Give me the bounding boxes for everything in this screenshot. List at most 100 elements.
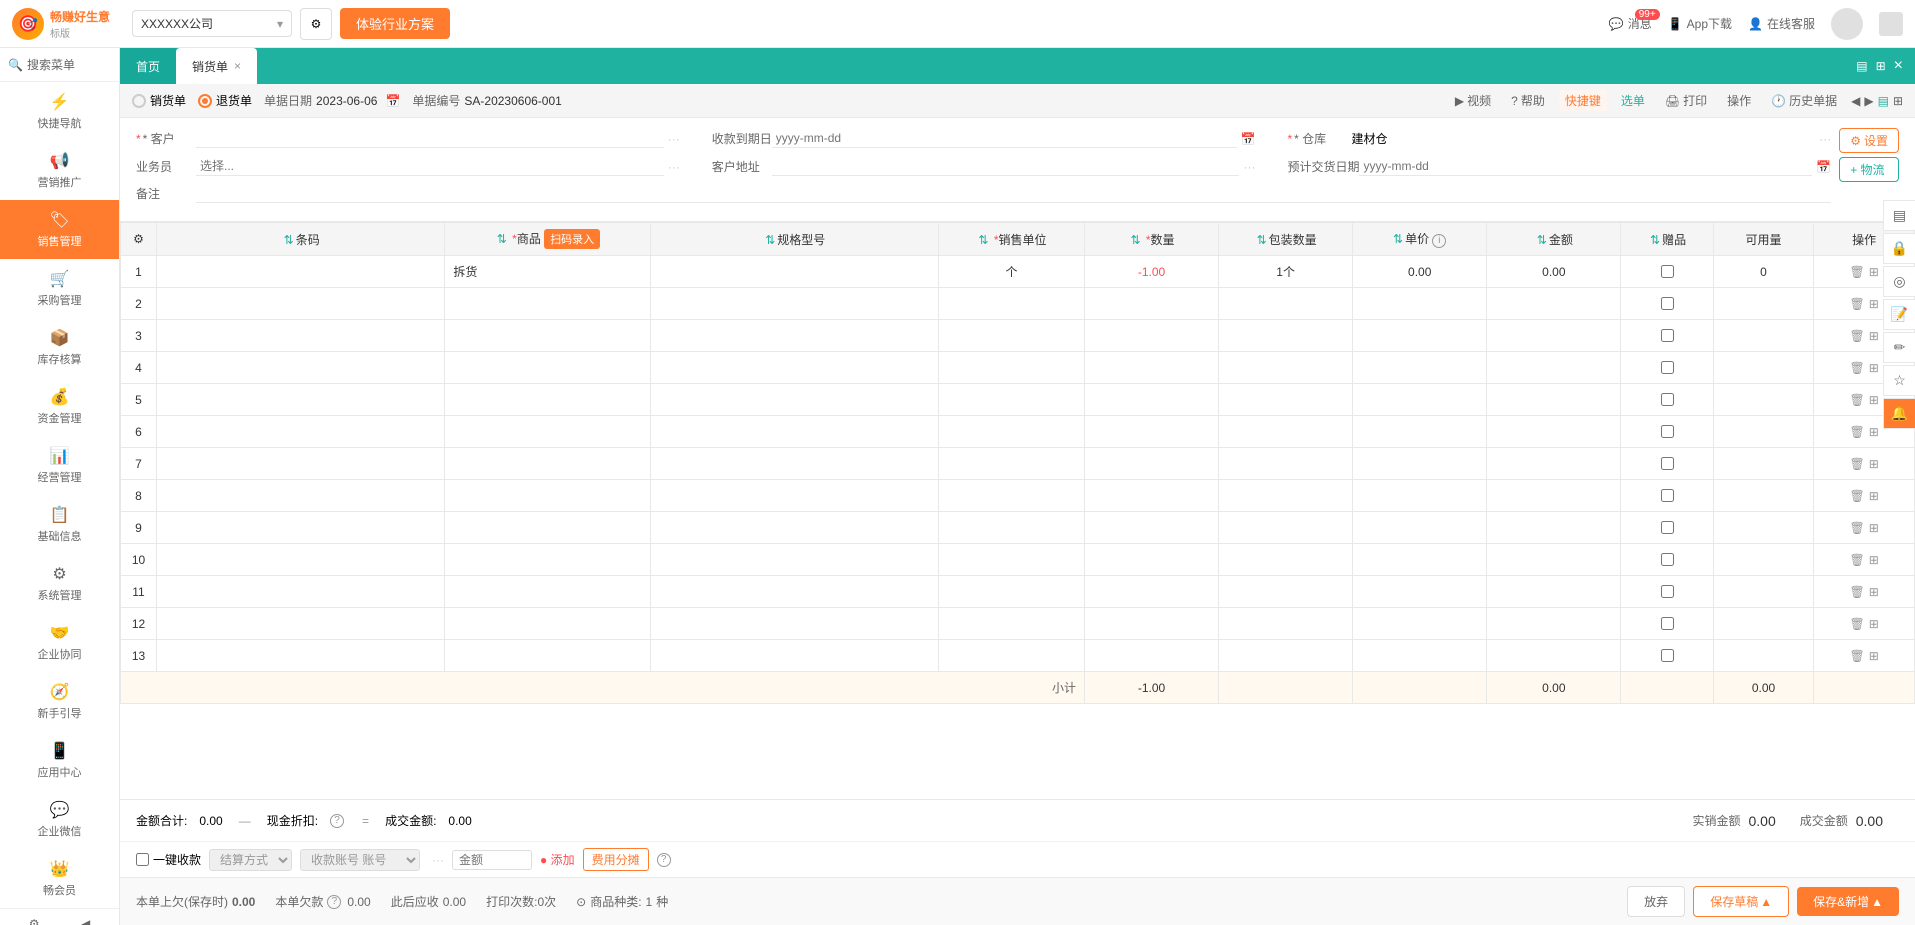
- delete-icon-12[interactable]: 🗑: [1850, 617, 1865, 631]
- row-unit-4[interactable]: [938, 352, 1084, 384]
- row-unit-price-9[interactable]: [1353, 512, 1487, 544]
- row-spec-7[interactable]: [650, 448, 938, 480]
- row-barcode-2[interactable]: [157, 288, 445, 320]
- radio-return-order[interactable]: 退货单: [198, 92, 252, 109]
- tab-close-icon[interactable]: ×: [234, 59, 241, 73]
- address-dots-icon[interactable]: ···: [1243, 160, 1255, 174]
- row-spec-2[interactable]: [650, 288, 938, 320]
- payment-method-select[interactable]: 结算方式: [209, 849, 292, 871]
- sidebar-item-system[interactable]: ⚙ 系统管理: [0, 554, 119, 613]
- expected-date-input[interactable]: [1359, 157, 1812, 176]
- row-product-12[interactable]: [445, 608, 650, 640]
- row-gift-4[interactable]: [1621, 352, 1713, 384]
- row-product-1[interactable]: 拆货: [445, 256, 650, 288]
- app-download-button[interactable]: 📱 App下载: [1668, 15, 1732, 32]
- row-pack-qty-4[interactable]: [1219, 352, 1353, 384]
- row-amount-5[interactable]: [1487, 384, 1621, 416]
- row-barcode-9[interactable]: [157, 512, 445, 544]
- row-amount-1[interactable]: 0.00: [1487, 256, 1621, 288]
- row-unit-7[interactable]: [938, 448, 1084, 480]
- copy-icon-1[interactable]: ⊞: [1869, 265, 1879, 279]
- row-spec-1[interactable]: [650, 256, 938, 288]
- row-gift-6[interactable]: [1621, 416, 1713, 448]
- note-input[interactable]: [196, 184, 1831, 203]
- history-button[interactable]: 🕐 历史单据: [1765, 90, 1843, 111]
- float-btn-2[interactable]: 🔒: [1883, 233, 1915, 264]
- row-unit-13[interactable]: [938, 640, 1084, 672]
- row-barcode-6[interactable]: [157, 416, 445, 448]
- row-gift-1[interactable]: [1621, 256, 1713, 288]
- sort-barcode[interactable]: ⇅: [284, 233, 294, 247]
- row-amount-10[interactable]: [1487, 544, 1621, 576]
- copy-icon-5[interactable]: ⊞: [1869, 393, 1879, 407]
- row-unit-6[interactable]: [938, 416, 1084, 448]
- row-unit-12[interactable]: [938, 608, 1084, 640]
- row-qty-8[interactable]: [1084, 480, 1218, 512]
- row-pack-qty-7[interactable]: [1219, 448, 1353, 480]
- row-product-11[interactable]: [445, 576, 650, 608]
- row-unit-8[interactable]: [938, 480, 1084, 512]
- row-product-9[interactable]: [445, 512, 650, 544]
- sort-spec[interactable]: ⇅: [765, 233, 775, 247]
- float-btn-1[interactable]: ▤: [1883, 200, 1915, 231]
- sidebar-item-operations[interactable]: 📊 经营管理: [0, 436, 119, 495]
- user-menu-icon[interactable]: [1879, 12, 1903, 36]
- delete-icon-4[interactable]: 🗑: [1850, 361, 1865, 375]
- customer-address-input[interactable]: [772, 157, 1240, 176]
- one-click-pay-checkbox[interactable]: [136, 853, 149, 866]
- operate-button[interactable]: 操作: [1721, 90, 1757, 111]
- video-button[interactable]: ▶ 视频: [1449, 90, 1497, 111]
- row-unit-2[interactable]: [938, 288, 1084, 320]
- row-gift-11[interactable]: [1621, 576, 1713, 608]
- row-amount-13[interactable]: [1487, 640, 1621, 672]
- sidebar-item-inventory[interactable]: 📦 库存核算: [0, 318, 119, 377]
- salesperson-dots-icon[interactable]: ···: [668, 160, 680, 174]
- row-pack-qty-1[interactable]: 1个: [1219, 256, 1353, 288]
- sort-unit[interactable]: ⇅: [978, 233, 988, 247]
- row-gift-2[interactable]: [1621, 288, 1713, 320]
- copy-icon-6[interactable]: ⊞: [1869, 425, 1879, 439]
- discard-button[interactable]: 放弃: [1627, 886, 1685, 917]
- setting-button[interactable]: ⚙ 设置: [1839, 128, 1899, 153]
- float-btn-6[interactable]: ☆: [1883, 365, 1915, 396]
- sidebar-item-sales[interactable]: 🏷 销售管理: [0, 200, 119, 259]
- row-product-5[interactable]: [445, 384, 650, 416]
- row-spec-3[interactable]: [650, 320, 938, 352]
- sidebar-item-member[interactable]: 👑 畅会员: [0, 849, 119, 908]
- row-barcode-11[interactable]: [157, 576, 445, 608]
- settings-icon[interactable]: ⚙: [300, 8, 332, 40]
- row-amount-12[interactable]: [1487, 608, 1621, 640]
- row-spec-11[interactable]: [650, 576, 938, 608]
- row-product-7[interactable]: [445, 448, 650, 480]
- next-icon[interactable]: ▶: [1864, 94, 1873, 108]
- copy-icon-4[interactable]: ⊞: [1869, 361, 1879, 375]
- trial-button[interactable]: 体验行业方案: [340, 8, 450, 39]
- row-barcode-13[interactable]: [157, 640, 445, 672]
- search-menu-button[interactable]: 🔍 搜索菜单: [0, 48, 119, 82]
- row-qty-11[interactable]: [1084, 576, 1218, 608]
- row-pack-qty-2[interactable]: [1219, 288, 1353, 320]
- row-qty-5[interactable]: [1084, 384, 1218, 416]
- row-qty-9[interactable]: [1084, 512, 1218, 544]
- row-pack-qty-9[interactable]: [1219, 512, 1353, 544]
- save-new-button[interactable]: 保存&新增 ▲: [1797, 887, 1899, 916]
- add-link[interactable]: ● 添加: [540, 851, 575, 868]
- float-btn-7[interactable]: 🔔: [1883, 398, 1915, 429]
- row-unit-price-1[interactable]: 0.00: [1353, 256, 1487, 288]
- account-dots-icon[interactable]: ···: [432, 853, 444, 867]
- online-support-button[interactable]: 👤 在线客服: [1748, 15, 1815, 32]
- avatar[interactable]: [1831, 8, 1863, 40]
- copy-icon-8[interactable]: ⊞: [1869, 489, 1879, 503]
- expense-button[interactable]: 费用分摊: [583, 848, 649, 871]
- row-spec-5[interactable]: [650, 384, 938, 416]
- row-unit-10[interactable]: [938, 544, 1084, 576]
- copy-icon-7[interactable]: ⊞: [1869, 457, 1879, 471]
- copy-icon-12[interactable]: ⊞: [1869, 617, 1879, 631]
- row-pack-qty-13[interactable]: [1219, 640, 1353, 672]
- message-button[interactable]: 💬 消息 99+: [1609, 15, 1652, 32]
- row-unit-1[interactable]: 个: [938, 256, 1084, 288]
- sidebar-item-quick-nav[interactable]: ⚡ 快捷导航: [0, 82, 119, 141]
- sidebar-item-basic-info[interactable]: 📋 基础信息: [0, 495, 119, 554]
- tab-layout-icon-2[interactable]: ⊞: [1876, 59, 1886, 73]
- sidebar-item-enterprise[interactable]: 🤝 企业协同: [0, 613, 119, 672]
